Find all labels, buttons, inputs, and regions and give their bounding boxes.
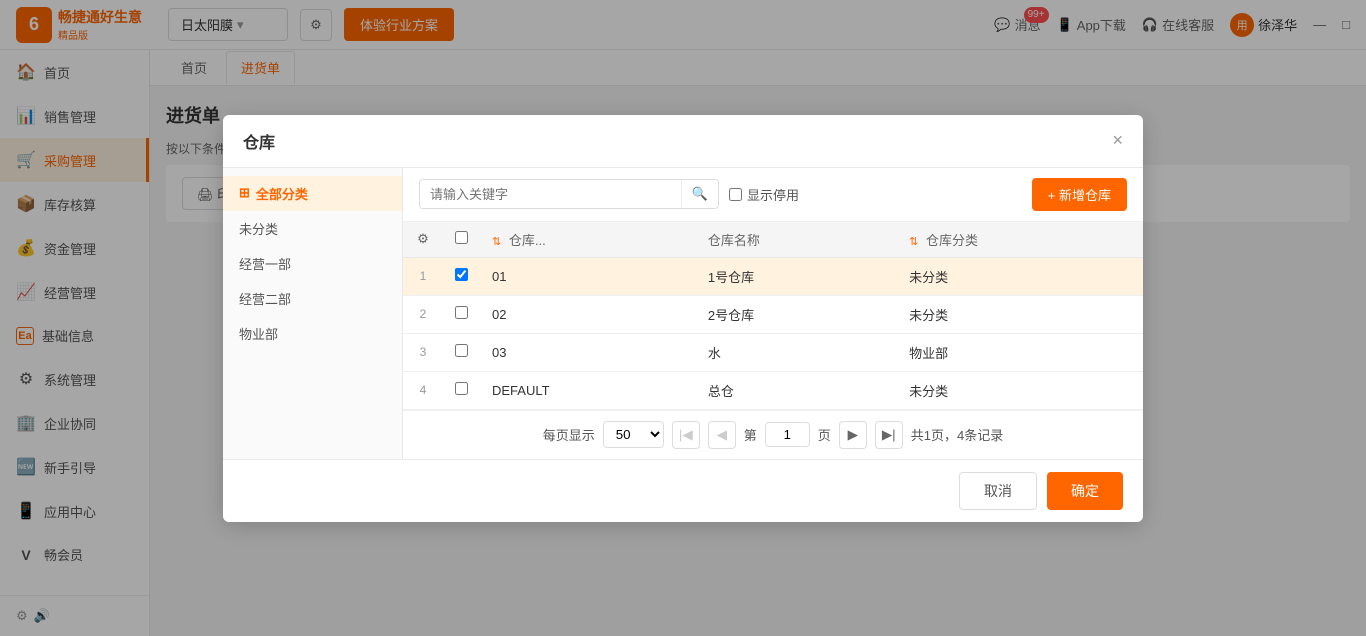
sort-icon-code: ⇅	[492, 236, 501, 248]
page-suffix: 页	[818, 425, 831, 444]
table-row[interactable]: 1 01 1号仓库 未分类	[403, 257, 1143, 295]
row-code: DEFAULT	[480, 371, 696, 409]
row-checkbox-cell[interactable]	[443, 371, 480, 409]
confirm-button[interactable]: 确定	[1047, 472, 1123, 510]
warehouse-dialog: 仓库 × ⊞ 全部分类 未分类 经营一部 经营二部	[223, 115, 1143, 522]
prev-page-icon: ◀	[717, 427, 727, 443]
category-panel: ⊞ 全部分类 未分类 经营一部 经营二部 物业部 《	[223, 168, 403, 459]
table-row[interactable]: 3 03 水 物业部	[403, 333, 1143, 371]
page-number-input[interactable]	[765, 422, 810, 447]
page-label: 第	[744, 425, 757, 444]
row-checkbox[interactable]	[455, 268, 468, 281]
row-category: 物业部	[897, 333, 1143, 371]
col-category: ⇅ 仓库分类	[897, 222, 1143, 258]
col-checkbox	[443, 222, 480, 258]
row-category: 未分类	[897, 371, 1143, 409]
category-all[interactable]: ⊞ 全部分类	[223, 176, 402, 211]
row-name: 总仓	[696, 371, 897, 409]
row-name: 2号仓库	[696, 295, 897, 333]
warehouse-table-wrapper: ⚙ ⇅ 仓库... 仓库名称	[403, 222, 1143, 410]
col-name: 仓库名称	[696, 222, 897, 258]
dialog-footer: 取消 确定	[223, 459, 1143, 522]
last-page-button[interactable]: ▶|	[875, 421, 903, 449]
dialog-close-button[interactable]: ×	[1112, 130, 1123, 151]
row-name: 1号仓库	[696, 257, 897, 295]
new-warehouse-button[interactable]: + 新增仓库	[1032, 178, 1127, 211]
col-code: ⇅ 仓库...	[480, 222, 696, 258]
warehouse-table: ⚙ ⇅ 仓库... 仓库名称	[403, 222, 1143, 410]
row-index: 3	[403, 333, 443, 371]
row-index: 4	[403, 371, 443, 409]
dialog-body: ⊞ 全部分类 未分类 经营一部 经营二部 物业部 《	[223, 168, 1143, 459]
row-code: 01	[480, 257, 696, 295]
prev-page-button[interactable]: ◀	[708, 421, 736, 449]
category-property[interactable]: 物业部	[223, 316, 402, 351]
search-box: 🔍	[419, 179, 719, 209]
row-checkbox[interactable]	[455, 382, 468, 395]
gear-col-icon: ⚙	[417, 231, 429, 246]
first-page-button[interactable]: |◀	[672, 421, 700, 449]
table-row[interactable]: 2 02 2号仓库 未分类	[403, 295, 1143, 333]
dialog-title: 仓库	[243, 129, 275, 153]
per-page-label: 每页显示	[543, 425, 595, 444]
search-icon[interactable]: 🔍	[681, 180, 718, 208]
next-page-button[interactable]: ▶	[839, 421, 867, 449]
modal-overlay[interactable]: 仓库 × ⊞ 全部分类 未分类 经营一部 经营二部	[0, 0, 1366, 636]
panel-collapse-button[interactable]: 《	[402, 293, 403, 333]
per-page-select[interactable]: 50 10 20 100	[603, 421, 664, 448]
row-checkbox[interactable]	[455, 344, 468, 357]
row-name: 水	[696, 333, 897, 371]
grid-icon: ⊞	[239, 185, 250, 201]
row-category: 未分类	[897, 257, 1143, 295]
row-index: 1	[403, 257, 443, 295]
row-checkbox-cell[interactable]	[443, 295, 480, 333]
table-toolbar: 🔍 显示停用 + 新增仓库	[403, 168, 1143, 222]
row-checkbox-cell[interactable]	[443, 257, 480, 295]
category-property-label: 物业部	[239, 324, 278, 343]
sort-icon-category: ⇅	[909, 236, 918, 248]
category-ops1[interactable]: 经营一部	[223, 246, 402, 281]
row-checkbox[interactable]	[455, 306, 468, 319]
row-category: 未分类	[897, 295, 1143, 333]
category-all-label: 全部分类	[256, 184, 308, 203]
col-gear: ⚙	[403, 222, 443, 258]
category-ops2[interactable]: 经营二部	[223, 281, 402, 316]
pagination-bar: 每页显示 50 10 20 100 |◀ ◀ 第 页	[403, 410, 1143, 459]
row-index: 2	[403, 295, 443, 333]
select-all-checkbox[interactable]	[455, 231, 468, 244]
row-code: 02	[480, 295, 696, 333]
cancel-button[interactable]: 取消	[959, 472, 1037, 510]
last-page-icon: ▶|	[882, 427, 896, 443]
show-disabled-text: 显示停用	[747, 185, 799, 204]
category-ops2-label: 经营二部	[239, 289, 291, 308]
dialog-header: 仓库 ×	[223, 115, 1143, 168]
table-panel: 🔍 显示停用 + 新增仓库 ⚙	[403, 168, 1143, 459]
table-row[interactable]: 4 DEFAULT 总仓 未分类	[403, 371, 1143, 409]
page-info: 共1页，4条记录	[911, 425, 1003, 444]
search-input[interactable]	[420, 181, 681, 208]
row-code: 03	[480, 333, 696, 371]
table-header-row: ⚙ ⇅ 仓库... 仓库名称	[403, 222, 1143, 258]
category-unclassified[interactable]: 未分类	[223, 211, 402, 246]
show-disabled-label[interactable]: 显示停用	[729, 185, 799, 204]
category-ops1-label: 经营一部	[239, 254, 291, 273]
first-page-icon: |◀	[679, 427, 693, 443]
next-page-icon: ▶	[848, 427, 858, 443]
category-unclassified-label: 未分类	[239, 219, 278, 238]
row-checkbox-cell[interactable]	[443, 333, 480, 371]
table-body: 1 01 1号仓库 未分类 2 02 2号仓库 未分类 3 03 水 物业部 4…	[403, 257, 1143, 409]
show-disabled-checkbox[interactable]	[729, 188, 742, 201]
